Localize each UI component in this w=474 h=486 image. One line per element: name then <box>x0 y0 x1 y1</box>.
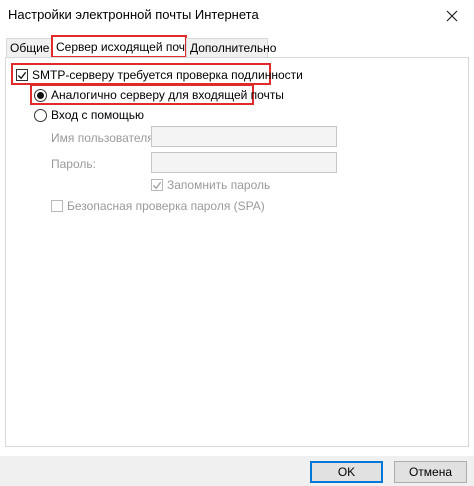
close-icon[interactable] <box>430 0 474 32</box>
checkmark-icon <box>17 71 27 79</box>
smtp-auth-label: SMTP-серверу требуется проверка подлинно… <box>32 68 303 82</box>
remember-password-label: Запомнить пароль <box>167 178 271 192</box>
password-field[interactable] <box>151 152 337 173</box>
title-bar: Настройки электронной почты Интернета <box>0 0 474 32</box>
log-on-using-radio-row[interactable]: Вход с помощью <box>34 108 144 122</box>
remember-password-checkbox[interactable] <box>151 179 163 191</box>
password-label: Пароль: <box>51 157 96 171</box>
tab-outgoing-server[interactable]: Сервер исходящей почты <box>51 35 199 58</box>
checkmark-icon <box>152 181 162 189</box>
ok-button[interactable]: OK <box>310 461 383 483</box>
spa-row[interactable]: Безопасная проверка пароля (SPA) <box>51 199 265 213</box>
tab-strip: Общие Сервер исходящей почты Дополнитель… <box>0 34 474 58</box>
cancel-button[interactable]: Отмена <box>394 461 467 483</box>
same-as-incoming-label: Аналогично серверу для входящей почты <box>51 88 284 102</box>
radio-selected-dot <box>37 91 44 99</box>
same-as-incoming-radio-row[interactable]: Аналогично серверу для входящей почты <box>34 88 284 102</box>
dialog-footer: OK Отмена <box>0 456 474 486</box>
log-on-using-radio[interactable] <box>34 108 47 122</box>
username-label: Имя пользователя: <box>51 131 158 145</box>
same-as-incoming-radio[interactable] <box>34 88 47 102</box>
window-title: Настройки электронной почты Интернета <box>8 7 259 22</box>
spa-checkbox[interactable] <box>51 200 63 212</box>
remember-password-row[interactable]: Запомнить пароль <box>151 178 270 192</box>
spa-label: Безопасная проверка пароля (SPA) <box>67 199 265 213</box>
tab-panel: SMTP-серверу требуется проверка подлинно… <box>5 57 469 447</box>
username-field[interactable] <box>151 126 337 147</box>
log-on-using-label: Вход с помощью <box>51 108 145 122</box>
smtp-auth-checkbox-row[interactable]: SMTP-серверу требуется проверка подлинно… <box>16 68 303 82</box>
tab-advanced[interactable]: Дополнительно <box>186 38 276 57</box>
close-icon-glyph <box>446 10 458 22</box>
smtp-auth-checkbox[interactable] <box>16 69 28 81</box>
tab-general[interactable]: Общие <box>6 38 52 57</box>
